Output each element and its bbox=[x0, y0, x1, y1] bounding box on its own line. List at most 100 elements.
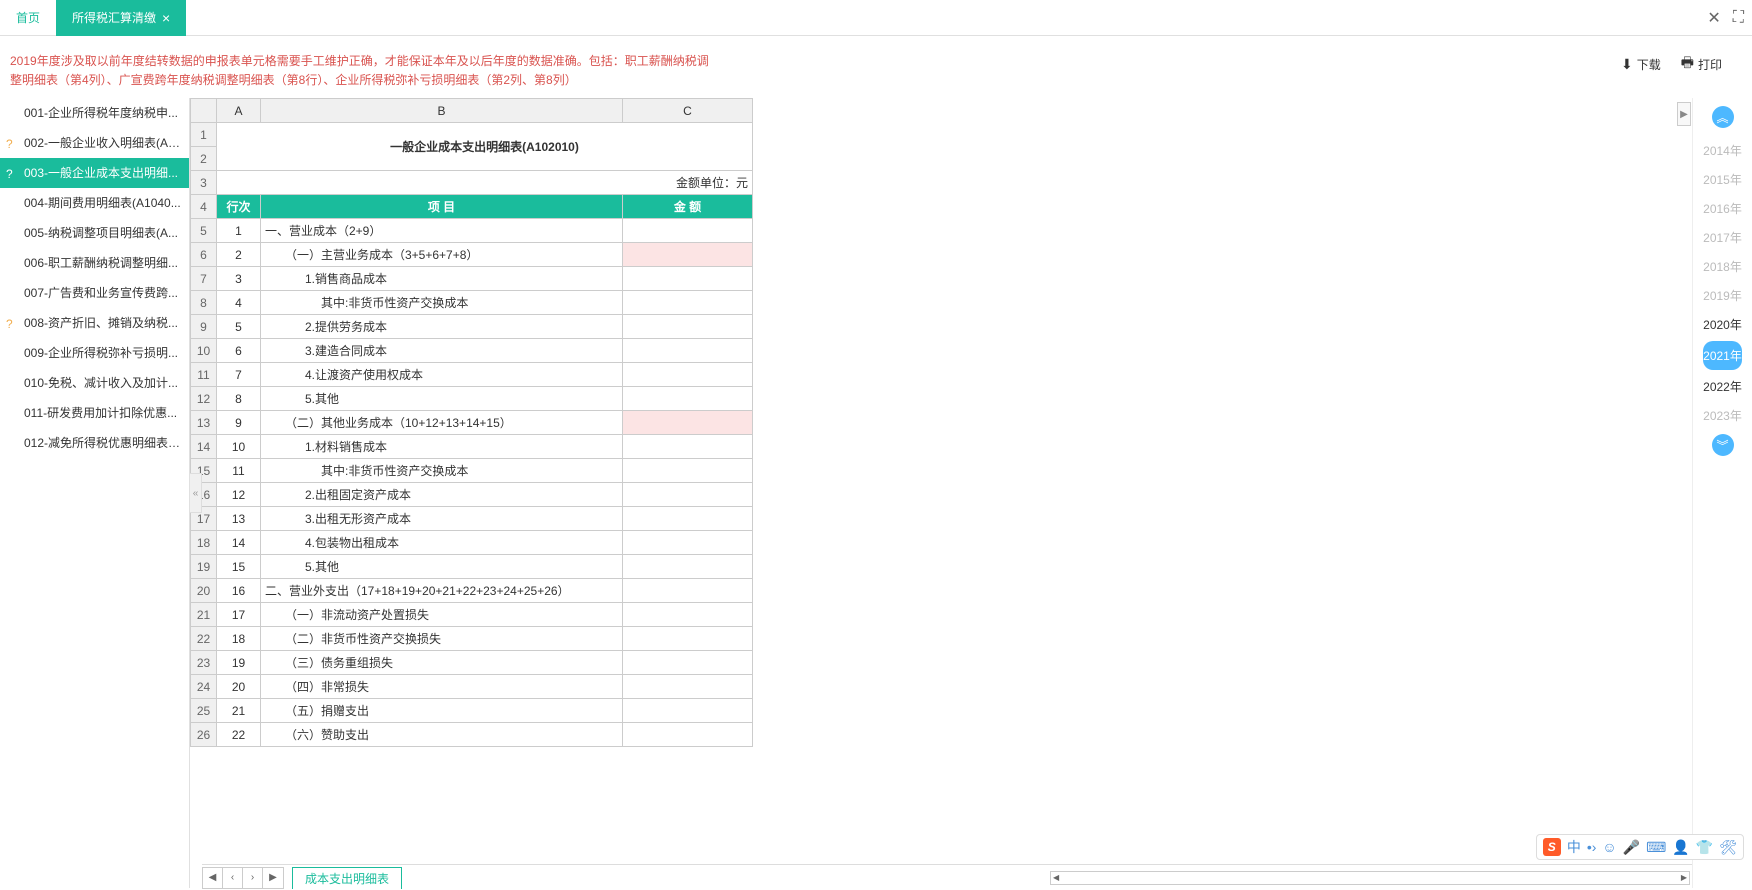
cell-amount[interactable] bbox=[623, 435, 753, 459]
print-button[interactable]: 🖶打印 bbox=[1681, 52, 1722, 76]
tab-home[interactable]: 首页 bbox=[0, 0, 56, 36]
cell-amount[interactable] bbox=[623, 291, 753, 315]
col-header-A[interactable]: A bbox=[217, 99, 261, 123]
cell-amount[interactable] bbox=[623, 363, 753, 387]
cell-item[interactable]: 4.让渡资产使用权成本 bbox=[261, 363, 623, 387]
cell-line-number[interactable]: 12 bbox=[217, 483, 261, 507]
cell-amount[interactable] bbox=[623, 675, 753, 699]
sidebar-item-8[interactable]: 009-企业所得税弥补亏损明... bbox=[0, 338, 189, 368]
row-header[interactable]: 18 bbox=[191, 531, 217, 555]
sidebar-collapse-handle[interactable]: « bbox=[190, 473, 202, 513]
row-header[interactable]: 26 bbox=[191, 723, 217, 747]
fullscreen-icon[interactable]: ⛶ bbox=[1733, 9, 1744, 27]
corner-cell[interactable] bbox=[191, 99, 217, 123]
sidebar-item-7[interactable]: ?008-资产折旧、摊销及纳税... bbox=[0, 308, 189, 338]
cell-line-number[interactable]: 4 bbox=[217, 291, 261, 315]
cell-item[interactable]: （五）捐赠支出 bbox=[261, 699, 623, 723]
cell-line-number[interactable]: 20 bbox=[217, 675, 261, 699]
cell-line-number[interactable]: 2 bbox=[217, 243, 261, 267]
cell-line-number[interactable]: 9 bbox=[217, 411, 261, 435]
ime-tools-icon[interactable]: 🛠 bbox=[1719, 839, 1737, 856]
year-item-2021年[interactable]: 2021年 bbox=[1703, 341, 1742, 370]
col-header-B[interactable]: B bbox=[261, 99, 623, 123]
row-header[interactable]: 5 bbox=[191, 219, 217, 243]
expand-right-icon[interactable]: ▶ bbox=[1677, 102, 1691, 126]
year-item-2023年[interactable]: 2023年 bbox=[1699, 401, 1746, 430]
sheet-first-icon[interactable]: ◀ bbox=[203, 868, 223, 888]
year-item-2015年[interactable]: 2015年 bbox=[1699, 165, 1746, 194]
scroll-up-button[interactable]: ︽ bbox=[1712, 106, 1734, 128]
cell-line-number[interactable]: 6 bbox=[217, 339, 261, 363]
year-item-2019年[interactable]: 2019年 bbox=[1699, 281, 1746, 310]
cell-item[interactable]: 二、营业外支出（17+18+19+20+21+22+23+24+25+26） bbox=[261, 579, 623, 603]
sidebar-item-2[interactable]: ?003-一般企业成本支出明细... bbox=[0, 158, 189, 188]
cell-line-number[interactable]: 15 bbox=[217, 555, 261, 579]
sidebar-item-9[interactable]: 010-免税、减计收入及加计... bbox=[0, 368, 189, 398]
cell-line-number[interactable]: 21 bbox=[217, 699, 261, 723]
cell-item[interactable]: 其中:非货币性资产交换成本 bbox=[261, 459, 623, 483]
row-header[interactable]: 4 bbox=[191, 195, 217, 219]
sidebar-item-3[interactable]: 004-期间费用明细表(A1040... bbox=[0, 188, 189, 218]
row-header[interactable]: 19 bbox=[191, 555, 217, 579]
tab-active[interactable]: 所得税汇算清缴 × bbox=[56, 0, 186, 36]
cell-item[interactable]: 1.材料销售成本 bbox=[261, 435, 623, 459]
cell-item[interactable]: 2.出租固定资产成本 bbox=[261, 483, 623, 507]
row-header[interactable]: 14 bbox=[191, 435, 217, 459]
cell-item[interactable]: 4.包装物出租成本 bbox=[261, 531, 623, 555]
cell-line-number[interactable]: 19 bbox=[217, 651, 261, 675]
cell-line-number[interactable]: 18 bbox=[217, 627, 261, 651]
cell-item[interactable]: （二）其他业务成本（10+12+13+14+15） bbox=[261, 411, 623, 435]
cell-amount[interactable] bbox=[623, 387, 753, 411]
sheet-last-icon[interactable]: ▶ bbox=[263, 868, 283, 888]
cell-amount[interactable] bbox=[623, 507, 753, 531]
year-item-2017年[interactable]: 2017年 bbox=[1699, 223, 1746, 252]
cell-item[interactable]: 3.出租无形资产成本 bbox=[261, 507, 623, 531]
row-header[interactable]: 22 bbox=[191, 627, 217, 651]
cell-item[interactable]: （三）债务重组损失 bbox=[261, 651, 623, 675]
ime-punct-icon[interactable]: •› bbox=[1587, 839, 1597, 855]
row-header[interactable]: 21 bbox=[191, 603, 217, 627]
year-item-2020年[interactable]: 2020年 bbox=[1699, 310, 1746, 339]
row-header[interactable]: 20 bbox=[191, 579, 217, 603]
row-header[interactable]: 11 bbox=[191, 363, 217, 387]
cell-item[interactable]: 一、营业成本（2+9） bbox=[261, 219, 623, 243]
cell-amount[interactable] bbox=[623, 267, 753, 291]
cell-item[interactable]: （一）非流动资产处置损失 bbox=[261, 603, 623, 627]
col-header-C[interactable]: C bbox=[623, 99, 753, 123]
sheet-hscroll-bar[interactable] bbox=[1050, 871, 1690, 885]
row-header[interactable]: 8 bbox=[191, 291, 217, 315]
ime-user-icon[interactable]: 👤 bbox=[1672, 839, 1689, 856]
row-header[interactable]: 1 bbox=[191, 123, 217, 147]
ime-keyboard-icon[interactable]: ⌨ bbox=[1646, 839, 1666, 856]
cell-item[interactable]: 其中:非货币性资产交换成本 bbox=[261, 291, 623, 315]
cell-line-number[interactable]: 3 bbox=[217, 267, 261, 291]
sheet-prev-icon[interactable]: ‹ bbox=[223, 868, 243, 888]
cell-item[interactable]: 5.其他 bbox=[261, 555, 623, 579]
cell-item[interactable]: 3.建造合同成本 bbox=[261, 339, 623, 363]
row-header[interactable]: 13 bbox=[191, 411, 217, 435]
row-header[interactable]: 2 bbox=[191, 147, 217, 171]
ime-emoji-icon[interactable]: ☺ bbox=[1602, 839, 1616, 855]
cell-item[interactable]: （一）主营业务成本（3+5+6+7+8） bbox=[261, 243, 623, 267]
cell-line-number[interactable]: 8 bbox=[217, 387, 261, 411]
cell-amount[interactable] bbox=[623, 579, 753, 603]
cell-amount[interactable] bbox=[623, 723, 753, 747]
sidebar-item-4[interactable]: 005-纳税调整项目明细表(A... bbox=[0, 218, 189, 248]
cell-line-number[interactable]: 10 bbox=[217, 435, 261, 459]
sheet-area[interactable]: A B C 1 一般企业成本支出明细表(A102010) 2 3 金额单位：元 … bbox=[190, 98, 1692, 888]
year-item-2016年[interactable]: 2016年 bbox=[1699, 194, 1746, 223]
cell-amount[interactable] bbox=[623, 315, 753, 339]
cell-amount[interactable] bbox=[623, 459, 753, 483]
cell-item[interactable]: （四）非常损失 bbox=[261, 675, 623, 699]
row-header[interactable]: 12 bbox=[191, 387, 217, 411]
ime-skin-icon[interactable]: 👕 bbox=[1696, 839, 1713, 856]
row-header[interactable]: 3 bbox=[191, 171, 217, 195]
ime-mic-icon[interactable]: 🎤 bbox=[1623, 839, 1640, 856]
year-item-2022年[interactable]: 2022年 bbox=[1699, 372, 1746, 401]
cell-amount[interactable] bbox=[623, 411, 753, 435]
cell-amount[interactable] bbox=[623, 627, 753, 651]
cell-item[interactable]: 5.其他 bbox=[261, 387, 623, 411]
sidebar-item-6[interactable]: 007-广告费和业务宣传费跨... bbox=[0, 278, 189, 308]
cell-item[interactable]: （六）赞助支出 bbox=[261, 723, 623, 747]
scroll-down-button[interactable]: ︾ bbox=[1712, 434, 1734, 456]
